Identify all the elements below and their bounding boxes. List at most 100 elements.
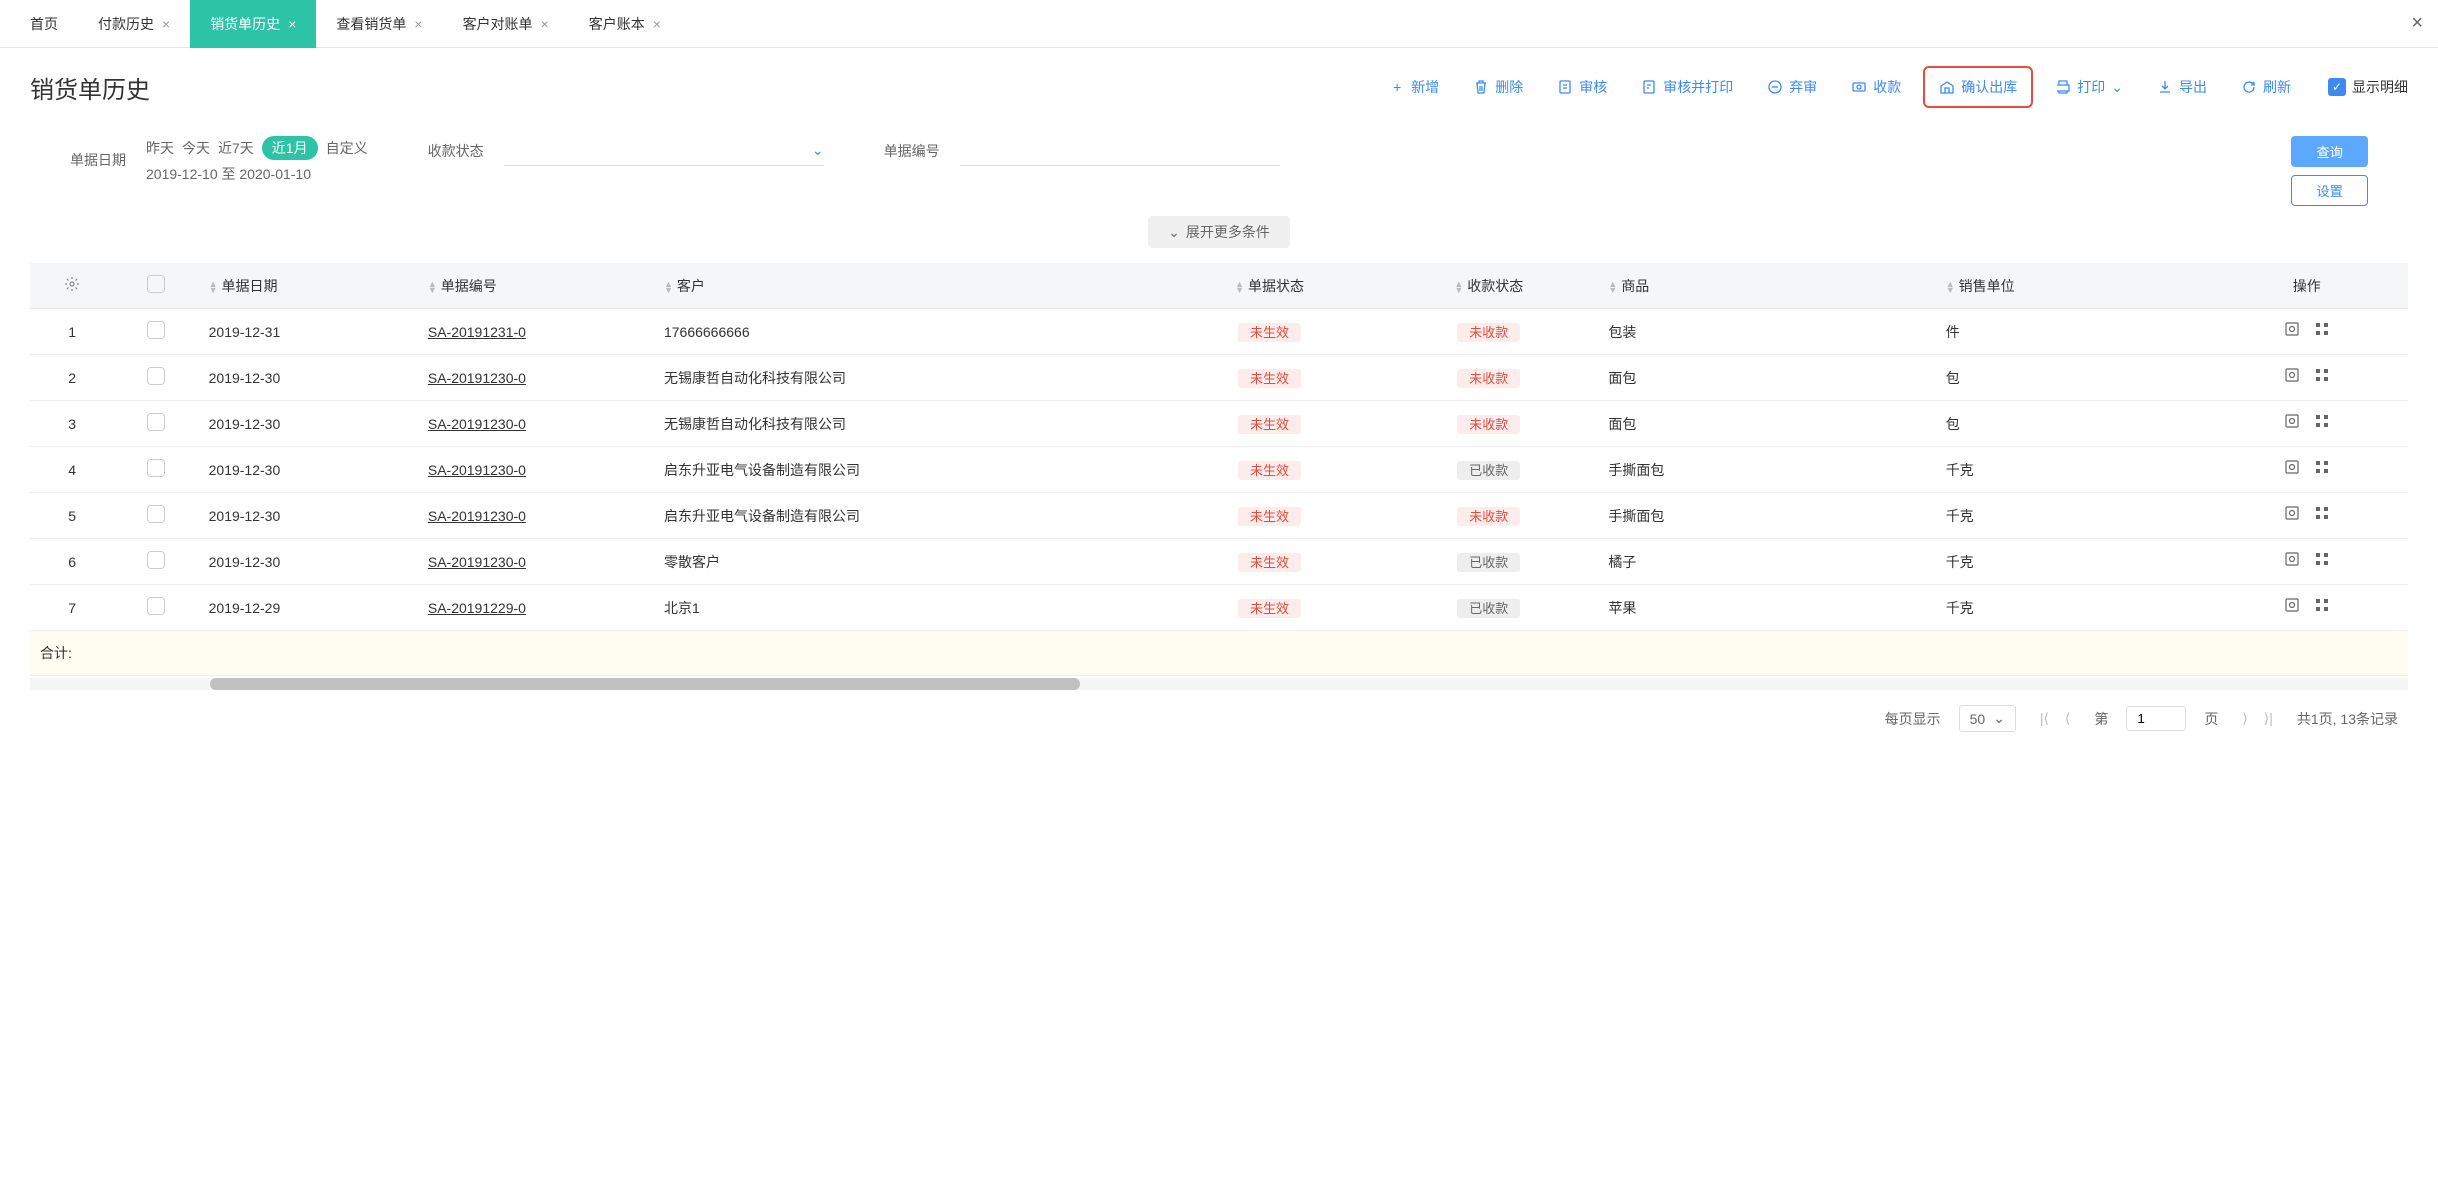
horizontal-scrollbar[interactable] bbox=[30, 678, 2408, 690]
more-icon[interactable] bbox=[2314, 505, 2330, 526]
last-page-button[interactable]: ⟩| bbox=[2264, 710, 2273, 726]
show-detail-toggle[interactable]: ✓显示明细 bbox=[2328, 77, 2408, 97]
close-icon[interactable]: × bbox=[288, 16, 296, 32]
audit-button[interactable]: 审核 bbox=[1545, 70, 1619, 104]
table-row[interactable]: 42019-12-30SA-20191230-0启东升亚电气设备制造有限公司未生… bbox=[30, 447, 2408, 493]
tab-customer-statement[interactable]: 客户对账单× bbox=[443, 0, 569, 48]
prev-page-button[interactable]: ⟨ bbox=[2065, 710, 2070, 726]
code-link[interactable]: SA-20191230-0 bbox=[428, 462, 526, 478]
col-code[interactable]: ▲▼单据编号 bbox=[418, 263, 654, 309]
more-icon[interactable] bbox=[2314, 459, 2330, 480]
more-icon[interactable] bbox=[2314, 321, 2330, 342]
close-icon[interactable]: × bbox=[653, 16, 661, 32]
filter-date: 单据日期 昨天 今天 近7天 近1月 自定义 2019-12-10 至 2020… bbox=[70, 136, 368, 184]
more-icon[interactable] bbox=[2314, 597, 2330, 618]
close-icon[interactable]: × bbox=[414, 16, 422, 32]
status-badge: 未生效 bbox=[1238, 461, 1301, 480]
code-link[interactable]: SA-20191230-0 bbox=[428, 370, 526, 386]
date-custom[interactable]: 自定义 bbox=[326, 138, 368, 158]
pay-status-badge: 未收款 bbox=[1457, 369, 1520, 388]
table-row[interactable]: 32019-12-30SA-20191230-0无锡康哲自动化科技有限公司未生效… bbox=[30, 401, 2408, 447]
row-checkbox[interactable] bbox=[147, 597, 165, 615]
audit-print-button[interactable]: 审核并打印 bbox=[1629, 70, 1745, 104]
date-last1m[interactable]: 近1月 bbox=[262, 136, 318, 160]
more-icon[interactable] bbox=[2314, 551, 2330, 572]
select-all-checkbox[interactable] bbox=[114, 263, 198, 309]
unaudit-button[interactable]: 弃审 bbox=[1755, 70, 1829, 104]
delete-button[interactable]: 删除 bbox=[1461, 70, 1535, 104]
view-icon[interactable] bbox=[2284, 413, 2300, 434]
tab-view-sales[interactable]: 查看销货单× bbox=[316, 0, 442, 48]
code-input[interactable] bbox=[960, 136, 1280, 166]
view-icon[interactable] bbox=[2284, 551, 2300, 572]
col-customer[interactable]: ▲▼客户 bbox=[654, 263, 1160, 309]
close-all-icon[interactable]: × bbox=[2411, 12, 2423, 35]
date-last7[interactable]: 近7天 bbox=[218, 138, 254, 158]
next-page-button[interactable]: ⟩ bbox=[2242, 710, 2247, 726]
date-yesterday[interactable]: 昨天 bbox=[146, 138, 174, 158]
refresh-button[interactable]: 刷新 bbox=[2229, 70, 2303, 104]
table-row[interactable]: 62019-12-30SA-20191230-0零散客户未生效已收款橘子千克 bbox=[30, 539, 2408, 585]
row-checkbox[interactable] bbox=[147, 505, 165, 523]
per-page-select[interactable]: 50⌄ bbox=[1959, 705, 2016, 732]
gear-icon bbox=[64, 276, 80, 292]
expand-more-button[interactable]: ⌄展开更多条件 bbox=[1148, 216, 1290, 248]
gear-column[interactable] bbox=[30, 263, 114, 309]
pay-status-badge: 未收款 bbox=[1457, 507, 1520, 526]
table-row[interactable]: 72019-12-29SA-20191229-0北京1未生效已收款苹果千克 bbox=[30, 585, 2408, 631]
view-icon[interactable] bbox=[2284, 459, 2300, 480]
status-badge: 未生效 bbox=[1238, 553, 1301, 572]
col-unit[interactable]: ▲▼销售单位 bbox=[1936, 263, 2206, 309]
pay-status-select[interactable]: ⌄ bbox=[504, 136, 824, 166]
confirm-out-button[interactable]: 确认出库 bbox=[1923, 66, 2033, 108]
col-pay-status[interactable]: ▲▼收款状态 bbox=[1379, 263, 1598, 309]
code-link[interactable]: SA-20191229-0 bbox=[428, 600, 526, 616]
first-page-button[interactable]: |⟨ bbox=[2040, 710, 2049, 726]
code-link[interactable]: SA-20191230-0 bbox=[428, 554, 526, 570]
code-link[interactable]: SA-20191230-0 bbox=[428, 508, 526, 524]
audit-print-icon bbox=[1641, 79, 1657, 95]
col-goods[interactable]: ▲▼商品 bbox=[1598, 263, 1935, 309]
view-icon[interactable] bbox=[2284, 505, 2300, 526]
view-icon[interactable] bbox=[2284, 597, 2300, 618]
code-link[interactable]: SA-20191231-0 bbox=[428, 324, 526, 340]
close-icon[interactable]: × bbox=[162, 16, 170, 32]
row-checkbox[interactable] bbox=[147, 413, 165, 431]
close-icon[interactable]: × bbox=[541, 16, 549, 32]
row-checkbox[interactable] bbox=[147, 367, 165, 385]
table-row[interactable]: 52019-12-30SA-20191230-0启东升亚电气设备制造有限公司未生… bbox=[30, 493, 2408, 539]
pagination: 每页显示 50⌄ |⟨ ⟨ 第 页 ⟩ ⟩| 共1页, 13条记录 bbox=[0, 690, 2438, 762]
view-icon[interactable] bbox=[2284, 321, 2300, 342]
row-checkbox[interactable] bbox=[147, 551, 165, 569]
tab-payment-history[interactable]: 付款历史× bbox=[78, 0, 190, 48]
row-checkbox[interactable] bbox=[147, 321, 165, 339]
audit-icon bbox=[1557, 79, 1573, 95]
collect-button[interactable]: 收款 bbox=[1839, 70, 1913, 104]
date-today[interactable]: 今天 bbox=[182, 138, 210, 158]
row-checkbox[interactable] bbox=[147, 459, 165, 477]
pay-status-badge: 已收款 bbox=[1457, 461, 1520, 480]
view-icon[interactable] bbox=[2284, 367, 2300, 388]
page-input[interactable] bbox=[2126, 706, 2186, 731]
tab-sales-history[interactable]: 销货单历史× bbox=[190, 0, 316, 48]
table-row[interactable]: 22019-12-30SA-20191230-0无锡康哲自动化科技有限公司未生效… bbox=[30, 355, 2408, 401]
col-date[interactable]: ▲▼单据日期 bbox=[199, 263, 418, 309]
filter-pay-status: 收款状态 ⌄ bbox=[428, 136, 824, 166]
tab-customer-ledger[interactable]: 客户账本× bbox=[569, 0, 681, 48]
tab-home[interactable]: 首页 bbox=[10, 0, 78, 48]
more-icon[interactable] bbox=[2314, 367, 2330, 388]
export-button[interactable]: 导出 bbox=[2145, 70, 2219, 104]
search-button[interactable]: 查询 bbox=[2291, 136, 2368, 167]
settings-button[interactable]: 设置 bbox=[2291, 175, 2368, 206]
table-row[interactable]: 12019-12-31SA-20191231-017666666666未生效未收… bbox=[30, 309, 2408, 355]
money-icon bbox=[1851, 79, 1867, 95]
print-button[interactable]: 打印⌄ bbox=[2043, 70, 2135, 104]
refresh-icon bbox=[2241, 79, 2257, 95]
print-icon bbox=[2055, 79, 2071, 95]
sort-icon: ▲▼ bbox=[1946, 281, 1955, 293]
code-link[interactable]: SA-20191230-0 bbox=[428, 416, 526, 432]
col-status[interactable]: ▲▼单据状态 bbox=[1160, 263, 1379, 309]
more-icon[interactable] bbox=[2314, 413, 2330, 434]
double-chevron-down-icon: ⌄ bbox=[1168, 224, 1180, 241]
add-button[interactable]: +新增 bbox=[1377, 70, 1451, 104]
